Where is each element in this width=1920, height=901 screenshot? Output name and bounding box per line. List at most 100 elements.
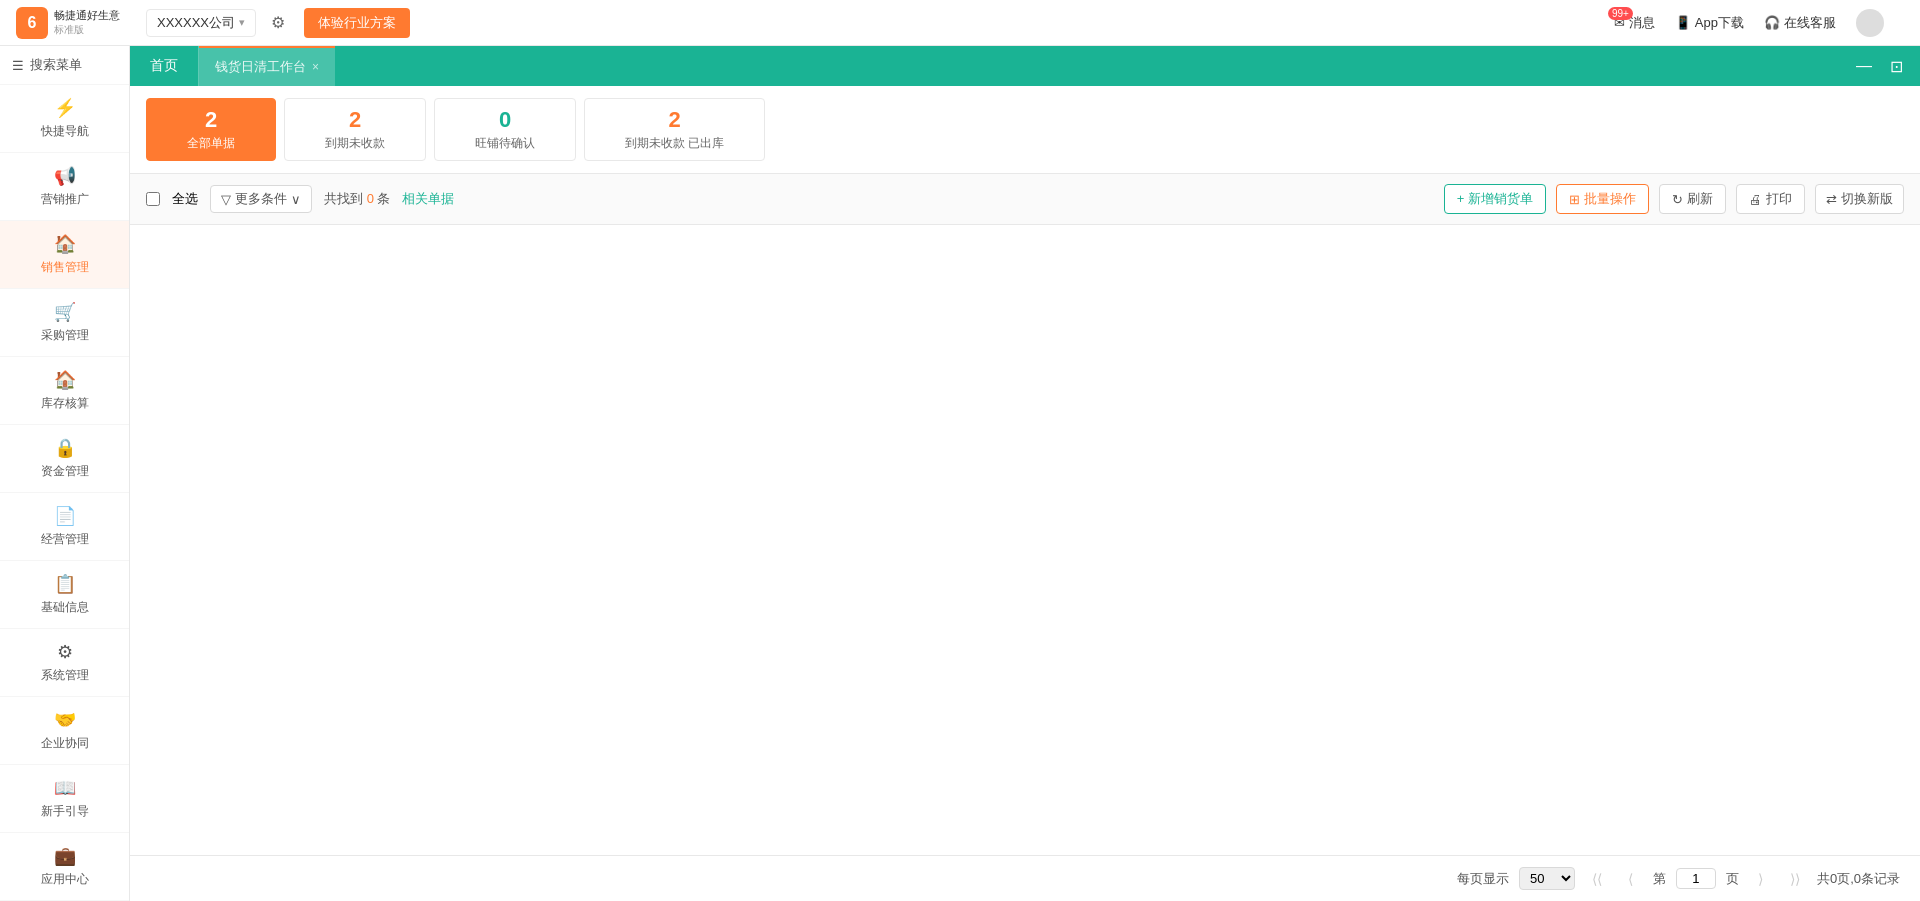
- more-filter-button[interactable]: ▽ 更多条件 ∨: [210, 185, 312, 213]
- page-label-prefix: 第: [1653, 870, 1666, 888]
- sidebar-item-finance[interactable]: 🔒 资金管理: [0, 425, 129, 493]
- stat-count-overdue-unshipped: 2: [669, 107, 681, 133]
- doc-icon: 📄: [54, 505, 76, 527]
- page-size-select[interactable]: 50 10 20 100: [1519, 867, 1575, 890]
- message-button[interactable]: ✉ 99+ 消息: [1614, 14, 1655, 32]
- prev-page-button[interactable]: ⟨: [1619, 867, 1643, 891]
- sidebar-item-app-center[interactable]: 💼 应用中心: [0, 833, 129, 901]
- online-service-label: 在线客服: [1784, 14, 1836, 32]
- sidebar-item-system[interactable]: ⚙ 系统管理: [0, 629, 129, 697]
- sidebar-item-quick-nav[interactable]: ⚡ 快捷导航: [0, 85, 129, 153]
- tab-home-label: 首页: [150, 57, 178, 75]
- batch-operation-button[interactable]: ⊞ 批量操作: [1556, 184, 1649, 214]
- megaphone-icon: 📢: [54, 165, 76, 187]
- sidebar-item-search[interactable]: ☰ 搜索菜单: [0, 46, 129, 85]
- print-icon: 🖨: [1749, 192, 1762, 207]
- sidebar-item-purchase[interactable]: 🛒 采购管理: [0, 289, 129, 357]
- sidebar-system-label: 系统管理: [41, 667, 89, 684]
- select-all-checkbox[interactable]: [146, 192, 160, 206]
- page-size-label: 每页显示: [1457, 870, 1509, 888]
- sidebar-marketing-label: 营销推广: [41, 191, 89, 208]
- more-filter-label: 更多条件: [235, 190, 287, 208]
- switch-version-button[interactable]: ⇄ 切换新版: [1815, 184, 1904, 214]
- chevron-down-icon: ∨: [291, 192, 301, 207]
- pagination-bar: 每页显示 50 10 20 100 ⟨⟨ ⟨ 第 页 ⟩ ⟩⟩ 共0页,0条记录: [130, 855, 1920, 901]
- sidebar-inventory-label: 库存核算: [41, 395, 89, 412]
- print-button[interactable]: 🖨 打印: [1736, 184, 1805, 214]
- stat-tab-all[interactable]: 2 全部单据: [146, 98, 276, 161]
- stat-tab-overdue-unshipped[interactable]: 2 到期未收款 已出库: [584, 98, 765, 161]
- related-records-link[interactable]: 相关单据: [402, 190, 454, 208]
- tab-close-icon[interactable]: ×: [312, 60, 319, 74]
- briefcase-icon: 💼: [54, 845, 76, 867]
- refresh-icon: ↻: [1672, 192, 1683, 207]
- tab-maximize-button[interactable]: ⊡: [1884, 54, 1908, 78]
- last-page-button[interactable]: ⟩⟩: [1783, 867, 1807, 891]
- batch-icon: ⊞: [1569, 192, 1580, 207]
- guide-icon: 📖: [54, 777, 76, 799]
- new-sales-button[interactable]: + 新增销货单: [1444, 184, 1546, 214]
- refresh-button[interactable]: ↻ 刷新: [1659, 184, 1726, 214]
- empty-state: [146, 225, 1904, 625]
- sidebar-cooperation-label: 企业协同: [41, 735, 89, 752]
- toolbar-left: 全选 ▽ 更多条件 ∨ 共找到 0 条 相关单据: [146, 185, 1432, 213]
- sidebar-item-operation[interactable]: 📄 经营管理: [0, 493, 129, 561]
- main-layout: ☰ 搜索菜单 ⚡ 快捷导航 📢 营销推广 🏠 销售管理 🛒 采购管理 🏠 库存核…: [0, 46, 1920, 901]
- message-badge: 99+: [1608, 7, 1633, 20]
- chevron-down-icon: ▾: [239, 16, 245, 29]
- tab-qhrt[interactable]: 钱货日清工作台 ×: [199, 46, 335, 86]
- stat-count-pending-confirm: 0: [499, 107, 511, 133]
- company-name: XXXXXX公司: [157, 14, 235, 32]
- stats-tabs: 2 全部单据 2 到期未收款 0 旺铺待确认 2 到期未收款 已出库: [130, 86, 1920, 174]
- tab-minimize-button[interactable]: —: [1852, 54, 1876, 78]
- sidebar-item-basic-info[interactable]: 📋 基础信息: [0, 561, 129, 629]
- tab-home[interactable]: 首页: [130, 46, 199, 86]
- page-label-suffix: 页: [1726, 870, 1739, 888]
- total-label: 共0页,0条记录: [1817, 870, 1900, 888]
- search-icon: ☰: [12, 58, 24, 73]
- sidebar-basic-info-label: 基础信息: [41, 599, 89, 616]
- stat-label-overdue-unshipped: 到期未收款 已出库: [625, 135, 724, 152]
- message-icon-wrap: ✉ 99+: [1614, 15, 1625, 30]
- grid-icon: 📋: [54, 573, 76, 595]
- sidebar-item-sales[interactable]: 🏠 销售管理: [0, 221, 129, 289]
- next-page-button[interactable]: ⟩: [1749, 867, 1773, 891]
- lock-icon: 🔒: [54, 437, 76, 459]
- sidebar-app-center-label: 应用中心: [41, 871, 89, 888]
- app-download-button[interactable]: 📱 App下载: [1675, 14, 1744, 32]
- online-service-button[interactable]: 🎧 在线客服: [1764, 14, 1836, 32]
- warehouse-icon: 🏠: [54, 369, 76, 391]
- sidebar-search-label: 搜索菜单: [30, 56, 82, 74]
- experience-button[interactable]: 体验行业方案: [304, 8, 410, 38]
- cart-icon: 🛒: [54, 301, 76, 323]
- stat-label-pending-confirm: 旺铺待确认: [475, 135, 535, 152]
- home-icon: 🏠: [54, 233, 76, 255]
- stat-label-all: 全部单据: [187, 135, 235, 152]
- found-text: 共找到: [324, 191, 363, 206]
- content-area: 首页 钱货日清工作台 × — ⊡ 2 全部单据 2 到期未收款: [130, 46, 1920, 901]
- batch-label: 批量操作: [1584, 190, 1636, 208]
- settings-button[interactable]: ⚙: [264, 9, 292, 37]
- first-page-button[interactable]: ⟨⟨: [1585, 867, 1609, 891]
- found-count: 共找到 0 条: [324, 190, 390, 208]
- avatar[interactable]: [1856, 9, 1884, 37]
- toolbar-right: + 新增销货单 ⊞ 批量操作 ↻ 刷新 🖨 打印 ⇄: [1444, 184, 1904, 214]
- sidebar-item-marketing[interactable]: 📢 营销推广: [0, 153, 129, 221]
- switch-label: 切换新版: [1841, 190, 1893, 208]
- data-area: [130, 225, 1920, 855]
- sidebar-newbie-label: 新手引导: [41, 803, 89, 820]
- sidebar-item-cooperation[interactable]: 🤝 企业协同: [0, 697, 129, 765]
- app-edition: 标准版: [54, 23, 120, 37]
- toolbar: 全选 ▽ 更多条件 ∨ 共找到 0 条 相关单据 + 新增销货单: [130, 174, 1920, 225]
- sidebar-item-inventory[interactable]: 🏠 库存核算: [0, 357, 129, 425]
- stat-tab-overdue-unpaid[interactable]: 2 到期未收款: [284, 98, 426, 161]
- tab-controls: — ⊡: [1852, 54, 1920, 78]
- app-name: 畅捷通好生意: [54, 8, 120, 22]
- company-selector[interactable]: XXXXXX公司 ▾: [146, 9, 256, 37]
- app-logo: 6 畅捷通好生意 标准版: [16, 7, 146, 39]
- sidebar-item-newbie[interactable]: 📖 新手引导: [0, 765, 129, 833]
- current-page-input[interactable]: [1676, 868, 1716, 889]
- found-number: 0: [367, 191, 374, 206]
- stat-tab-pending-confirm[interactable]: 0 旺铺待确认: [434, 98, 576, 161]
- logo-icon: 6: [16, 7, 48, 39]
